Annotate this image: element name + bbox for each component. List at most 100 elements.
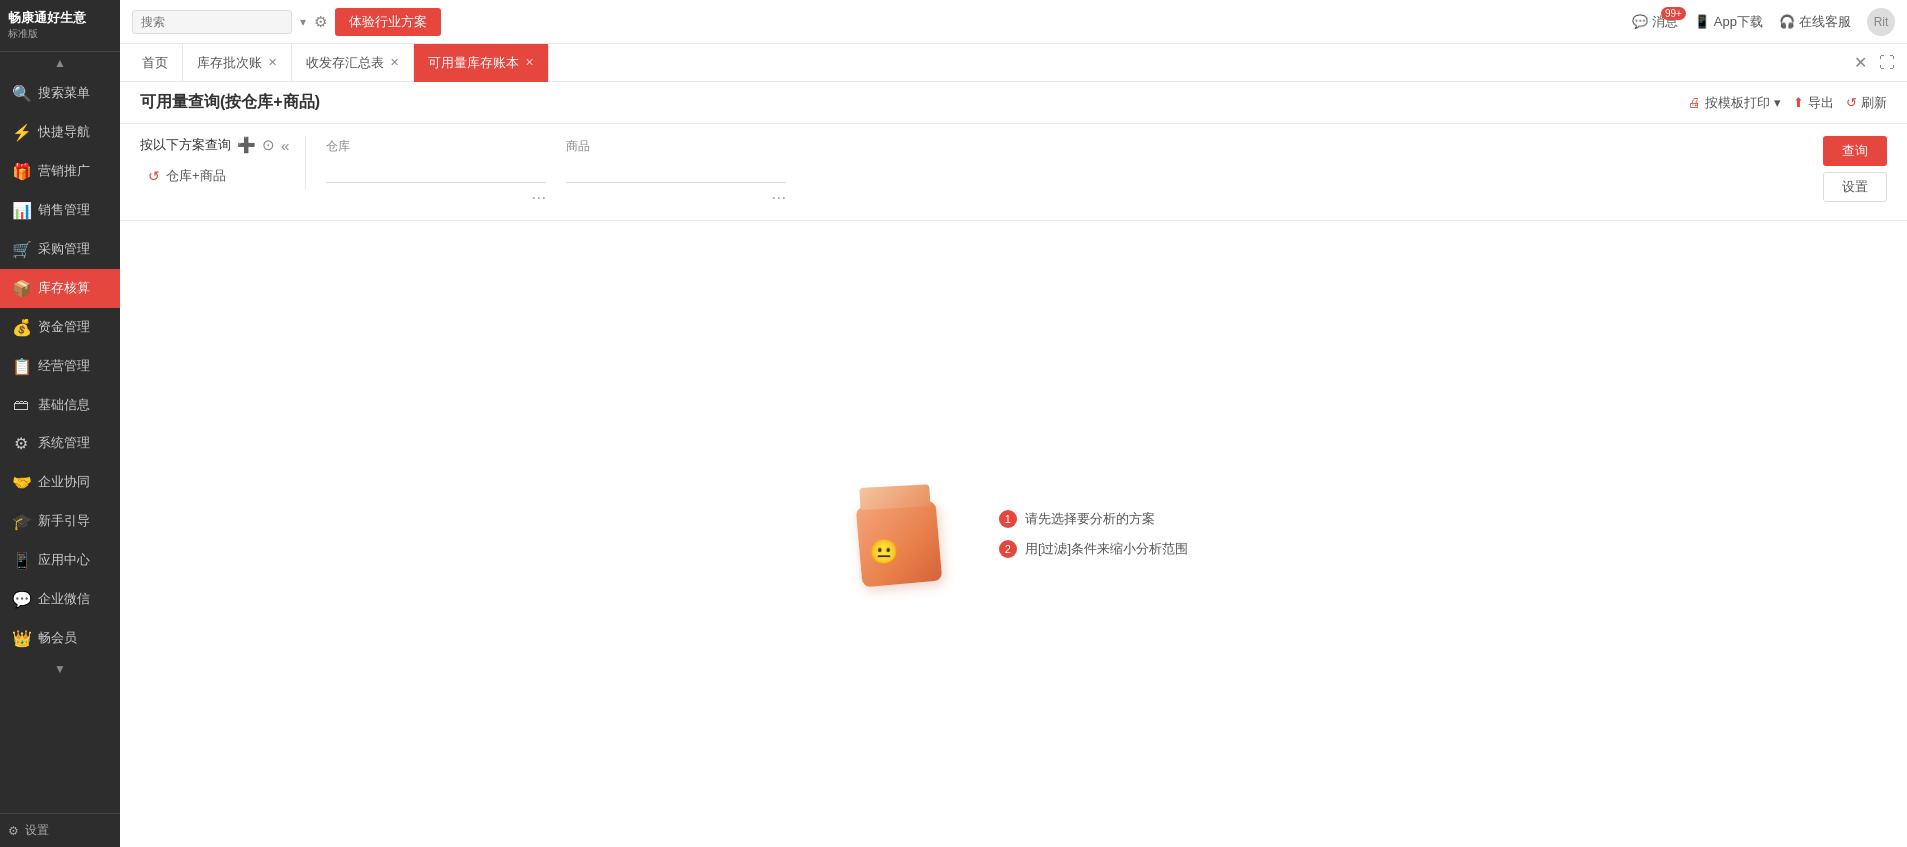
tab-label: 收发存汇总表 — [306, 54, 384, 72]
scheme-settings-icon[interactable]: ⊙ — [262, 136, 275, 154]
expand-tabs-btn[interactable]: ⛶ — [1875, 54, 1899, 72]
empty-illustration: 😐 — [839, 474, 959, 594]
app-center-icon: 📱 — [12, 551, 30, 570]
sidebar-item-purchase[interactable]: 🛒 采购管理 — [0, 230, 120, 269]
sidebar-item-label: 销售管理 — [38, 201, 90, 219]
sidebar-item-label: 快捷导航 — [38, 123, 90, 141]
sidebar-item-label: 库存核算 — [38, 279, 90, 297]
product-more-icon[interactable]: ··· — [566, 187, 786, 208]
tab-home[interactable]: 首页 — [128, 44, 183, 82]
empty-hint-1: 1 请先选择要分析的方案 — [999, 510, 1188, 528]
sidebar-scroll-up[interactable]: ▲ — [0, 52, 120, 74]
avatar: Rit — [1867, 8, 1895, 36]
sidebar-item-app-center[interactable]: 📱 应用中心 — [0, 541, 120, 580]
gear-icon[interactable]: ⚙ — [314, 13, 327, 31]
scheme-item-warehouse-product[interactable]: ↺ 仓库+商品 — [140, 162, 289, 190]
purchase-icon: 🛒 — [12, 240, 30, 259]
scheme-header-label: 按以下方案查询 — [140, 136, 231, 154]
search-icon: 🔍 — [12, 84, 30, 103]
settings-icon: ⚙ — [8, 824, 19, 838]
sidebar-item-label: 新手引导 — [38, 512, 90, 530]
marketing-icon: 🎁 — [12, 162, 30, 181]
close-all-tabs-btn[interactable]: ✕ — [1846, 53, 1875, 72]
sidebar-item-enterprise[interactable]: 🤝 企业协同 — [0, 463, 120, 502]
print-label: 按模板打印 — [1705, 94, 1770, 112]
product-input[interactable] — [566, 159, 786, 183]
sidebar-item-inventory[interactable]: 📦 库存核算 — [0, 269, 120, 308]
inventory-icon: 📦 — [12, 279, 30, 298]
warehouse-more-icon[interactable]: ··· — [326, 187, 546, 208]
message-badge: 99+ — [1661, 7, 1686, 20]
query-scheme-panel: 按以下方案查询 ➕ ⊙ « ↺ 仓库+商品 — [140, 136, 306, 190]
sidebar-logo: 畅康通好生意 标准版 — [0, 0, 120, 52]
sidebar-item-basic-info[interactable]: 🗃 基础信息 — [0, 386, 120, 424]
sidebar-item-label: 经营管理 — [38, 357, 90, 375]
tab-close-icon[interactable]: ✕ — [268, 56, 277, 69]
hint-text-2: 用[过滤]条件来缩小分析范围 — [1025, 540, 1188, 558]
tab-label: 库存批次账 — [197, 54, 262, 72]
sidebar-item-operations[interactable]: 📋 经营管理 — [0, 347, 120, 386]
message-btn[interactable]: 💬 消息 99+ — [1632, 13, 1678, 31]
search-input[interactable] — [132, 10, 292, 34]
refresh-btn[interactable]: ↺ 刷新 — [1846, 94, 1887, 112]
hint-number-1: 1 — [999, 510, 1017, 528]
sidebar-item-label: 企业协同 — [38, 473, 90, 491]
app-download-icon: 📱 — [1694, 14, 1710, 29]
sidebar-item-finance[interactable]: 💰 资金管理 — [0, 308, 120, 347]
sidebar-item-wechat[interactable]: 💬 企业微信 — [0, 580, 120, 619]
empty-hint-2: 2 用[过滤]条件来缩小分析范围 — [999, 540, 1188, 558]
sidebar-item-label: 资金管理 — [38, 318, 90, 336]
operations-icon: 📋 — [12, 357, 30, 376]
warehouse-filter: 仓库 ··· — [326, 138, 546, 208]
product-filter: 商品 ··· — [566, 138, 786, 208]
sidebar-scroll-down[interactable]: ▼ — [0, 658, 120, 680]
sidebar-item-marketing[interactable]: 🎁 营销推广 — [0, 152, 120, 191]
scheme-refresh-icon: ↺ — [148, 168, 160, 184]
sidebar-settings[interactable]: ⚙ 设置 — [0, 813, 120, 847]
app-download-label: App下载 — [1714, 13, 1763, 31]
member-icon: 👑 — [12, 629, 30, 648]
sidebar-item-shortcut[interactable]: ⚡ 快捷导航 — [0, 113, 120, 152]
warehouse-label: 仓库 — [326, 138, 546, 155]
warehouse-input[interactable] — [326, 159, 546, 183]
hint-text-1: 请先选择要分析的方案 — [1025, 510, 1155, 528]
tab-batch-account[interactable]: 库存批次账 ✕ — [183, 44, 292, 82]
tab-available-stock[interactable]: 可用量库存账本 ✕ — [414, 44, 549, 82]
sidebar-item-system[interactable]: ⚙ 系统管理 — [0, 424, 120, 463]
sidebar-item-sales[interactable]: 📊 销售管理 — [0, 191, 120, 230]
sidebar-item-search[interactable]: 🔍 搜索菜单 — [0, 74, 120, 113]
empty-hints: 1 请先选择要分析的方案 2 用[过滤]条件来缩小分析范围 — [999, 510, 1188, 558]
content-area: 可用量查询(按仓库+商品) 🖨 按模板打印 ▾ ⬆ 导出 ↺ 刷新 — [120, 82, 1907, 847]
query-btn[interactable]: 查询 — [1823, 136, 1887, 166]
print-template-btn[interactable]: 🖨 按模板打印 ▾ — [1688, 94, 1781, 112]
tab-summary[interactable]: 收发存汇总表 ✕ — [292, 44, 414, 82]
user-profile[interactable]: Rit — [1867, 8, 1895, 36]
export-icon: ⬆ — [1793, 95, 1804, 110]
sidebar-item-member[interactable]: 👑 畅会员 — [0, 619, 120, 658]
collapse-icon[interactable]: « — [281, 137, 289, 154]
topbar: ▾ ⚙ 体验行业方案 💬 消息 99+ 📱 App下载 🎧 在线客服 Rit — [120, 0, 1907, 44]
tabs-bar: 首页 库存批次账 ✕ 收发存汇总表 ✕ 可用量库存账本 ✕ ✕ ⛶ — [120, 44, 1907, 82]
empty-state: 😐 1 请先选择要分析的方案 2 用[过滤]条件来缩小分析范围 — [120, 221, 1907, 847]
tab-label: 可用量库存账本 — [428, 54, 519, 72]
refresh-label: 刷新 — [1861, 94, 1887, 112]
scheme-header: 按以下方案查询 ➕ ⊙ « — [140, 136, 289, 154]
app-subtitle: 标准版 — [8, 27, 112, 41]
tab-close-icon[interactable]: ✕ — [390, 56, 399, 69]
tab-close-icon[interactable]: ✕ — [525, 56, 534, 69]
app-download-btn[interactable]: 📱 App下载 — [1694, 13, 1763, 31]
message-icon: 💬 — [1632, 14, 1648, 29]
wechat-icon: 💬 — [12, 590, 30, 609]
chevron-down-icon[interactable]: ▾ — [300, 15, 306, 29]
settings-btn[interactable]: 设置 — [1823, 172, 1887, 202]
industry-btn[interactable]: 体验行业方案 — [335, 8, 441, 36]
app-title: 畅康通好生意 — [8, 10, 112, 27]
scheme-label: 仓库+商品 — [166, 167, 226, 185]
add-scheme-icon[interactable]: ➕ — [237, 136, 256, 154]
online-service-btn[interactable]: 🎧 在线客服 — [1779, 13, 1851, 31]
export-btn[interactable]: ⬆ 导出 — [1793, 94, 1834, 112]
sidebar-item-guide[interactable]: 🎓 新手引导 — [0, 502, 120, 541]
chevron-down-icon[interactable]: ▾ — [1774, 95, 1781, 110]
shortcut-icon: ⚡ — [12, 123, 30, 142]
sidebar-item-label: 营销推广 — [38, 162, 90, 180]
